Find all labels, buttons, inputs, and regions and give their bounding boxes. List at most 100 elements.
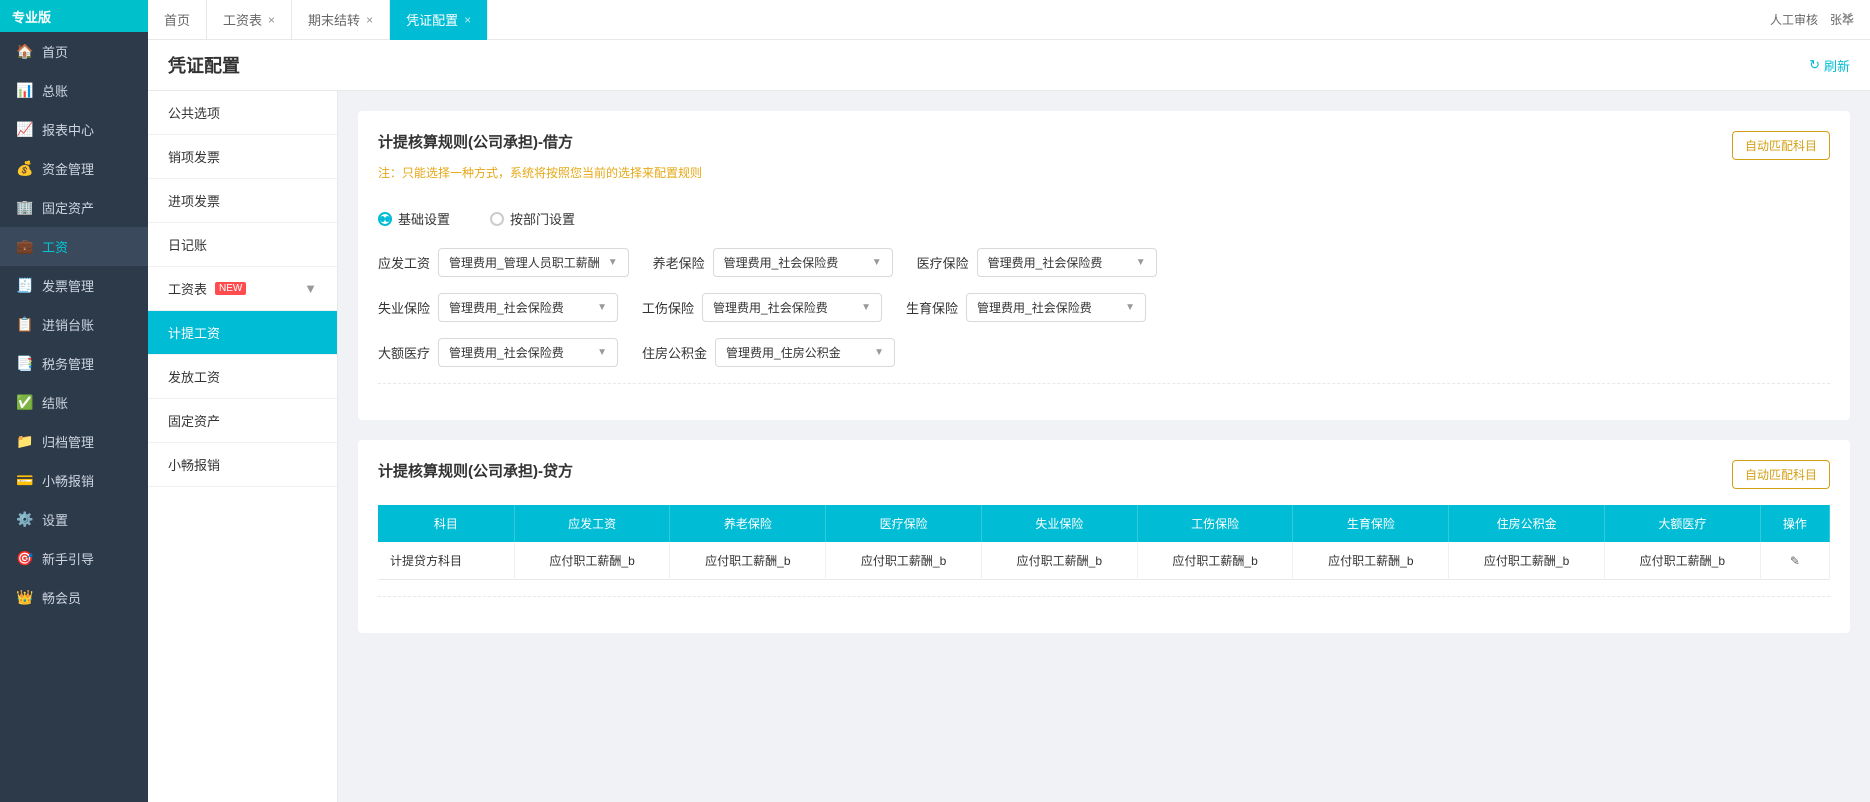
yanglao-select[interactable]: 管理费用_社会保险费 ▼ [713,248,893,277]
enterprise-label: 人工审核 [1770,11,1818,28]
chevron-down-icon: ▼ [861,302,871,313]
sidebar-item-guide[interactable]: 🎯 新手引导 [0,539,148,578]
content-wrapper: 公共选项 销项发票 进项发票 日记账 工资表 NEW ▼ 计提工资 [148,91,1870,802]
yiliao-select[interactable]: 管理费用_社会保险费 ▼ [977,248,1157,277]
chevron-down-icon: ▼ [874,347,884,358]
section1-note: 注：只能选择一种方式，系统将按照您当前的选择来配置规则 [378,164,702,181]
row-yanglao: 应付职工薪酬_b [670,542,826,580]
sidebar-item-settings[interactable]: ⚙️ 设置 [0,500,148,539]
row-zhufang: 应付职工薪酬_b [1449,542,1605,580]
chevron-down-icon: ▼ [872,257,882,268]
shiye-label: 失业保险 [378,298,430,317]
tab-salary-table[interactable]: 工资表 × [207,0,292,40]
sidebar-item-vip[interactable]: 👑 畅会员 [0,578,148,617]
nav-pay-salary[interactable]: 发放工资 [148,355,337,399]
nav-purchase-invoice[interactable]: 进项发票 [148,179,337,223]
col-shiye: 失业保险 [981,505,1137,542]
sidebar-item-salary[interactable]: 💼 工资 [0,227,148,266]
auto-match-credit-button[interactable]: 自动匹配科目 [1732,460,1830,489]
table-row: 计提贷方科目 应付职工薪酬_b 应付职工薪酬_b 应付职工薪酬_b 应付职工薪酬… [378,542,1830,580]
page-header: 凭证配置 ↻ 刷新 [148,40,1870,91]
shengyu-select[interactable]: 管理费用_社会保险费 ▼ [966,293,1146,322]
form-row-2: 失业保险 管理费用_社会保险费 ▼ 工伤保险 管理费用_社会保险费 ▼ [378,293,1830,322]
nav-journal[interactable]: 日记账 [148,223,337,267]
top-right-info: 人工审核 张华 [1770,11,1870,28]
settings-icon: ⚙️ [16,511,34,528]
tab-period-end[interactable]: 期末结转 × [292,0,390,40]
field-yanglao: 养老保险 管理费用_社会保险费 ▼ [653,248,893,277]
sidebar: 专业版 🏠 首页 📊 总账 📈 报表中心 💰 资金管理 🏢 固定资产 💼 工资 … [0,0,148,802]
chevron-down-icon: ▼ [304,281,317,296]
tab-voucher-config[interactable]: 凭证配置 × [390,0,488,40]
sidebar-item-checkout[interactable]: ✅ 结账 [0,383,148,422]
sidebar-item-general-ledger[interactable]: 📊 总账 [0,71,148,110]
field-gongshang: 工伤保险 管理费用_社会保险费 ▼ [642,293,882,322]
zhufang-label: 住房公积金 [642,343,707,362]
tab-close-period[interactable]: × [366,13,373,27]
home-icon: 🏠 [16,43,34,60]
nav-xiaochang-expense[interactable]: 小畅报销 [148,443,337,487]
tax-icon: 📑 [16,355,34,372]
sidebar-item-archive[interactable]: 📁 归档管理 [0,422,148,461]
section-credit: 计提核算规则(公司承担)-贷方 自动匹配科目 科目 应发工资 养老保险 医疗保险… [358,440,1850,633]
tab-close-voucher[interactable]: × [464,13,471,27]
left-nav: 公共选项 销项发票 进项发票 日记账 工资表 NEW ▼ 计提工资 [148,91,338,802]
shiye-select[interactable]: 管理费用_社会保险费 ▼ [438,293,618,322]
nav-accrual-salary[interactable]: 计提工资 [148,311,337,355]
daeyiliao-label: 大额医疗 [378,343,430,362]
vip-icon: 👑 [16,589,34,606]
top-bar: 首页 工资表 × 期末结转 × 凭证配置 × 人工审核 张华 ✕ [148,0,1870,40]
expense-icon: 💳 [16,472,34,489]
shengyu-label: 生育保险 [906,298,958,317]
nav-fixed-assets[interactable]: 固定资产 [148,399,337,443]
col-yanglao: 养老保险 [670,505,826,542]
edit-icon[interactable]: ✎ [1790,554,1800,568]
chevron-down-icon: ▼ [597,347,607,358]
radio-group: 基础设置 按部门设置 [378,209,1830,228]
app-title: 专业版 [0,0,148,32]
nav-sales-invoice[interactable]: 销项发票 [148,135,337,179]
gongshang-select[interactable]: 管理费用_社会保险费 ▼ [702,293,882,322]
checkout-icon: ✅ [16,394,34,411]
table-header-row: 科目 应发工资 养老保险 医疗保险 失业保险 工伤保险 生育保险 住房公积金 大… [378,505,1830,542]
field-shiye: 失业保险 管理费用_社会保险费 ▼ [378,293,618,322]
sidebar-item-invoice[interactable]: 🧾 发票管理 [0,266,148,305]
row-action[interactable]: ✎ [1760,542,1829,580]
col-yiliao: 医疗保险 [826,505,982,542]
sidebar-item-expense[interactable]: 💳 小畅报销 [0,461,148,500]
radio-basic-circle [378,212,392,226]
window-close-button[interactable]: ✕ [1841,8,1854,28]
chevron-down-icon: ▼ [1125,302,1135,313]
row-yiliao: 应付职工薪酬_b [826,542,982,580]
col-subject: 科目 [378,505,514,542]
nav-public-options[interactable]: 公共选项 [148,91,337,135]
sidebar-item-home[interactable]: 🏠 首页 [0,32,148,71]
zhufang-select[interactable]: 管理费用_住房公积金 ▼ [715,338,895,367]
field-yingfa: 应发工资 管理费用_管理人员职工薪酬 ▼ [378,248,629,277]
yiliao-label: 医疗保险 [917,253,969,272]
auto-match-debit-button[interactable]: 自动匹配科目 [1732,131,1830,160]
tab-close-salary[interactable]: × [268,13,275,27]
sidebar-item-fund-management[interactable]: 💰 资金管理 [0,149,148,188]
sidebar-item-fixed-assets[interactable]: 🏢 固定资产 [0,188,148,227]
chevron-down-icon: ▼ [608,257,618,268]
radio-basic[interactable]: 基础设置 [378,209,450,228]
col-action: 操作 [1760,505,1829,542]
sidebar-item-purchase-sales[interactable]: 📋 进销台账 [0,305,148,344]
row-yingfa: 应付职工薪酬_b [514,542,670,580]
row-gongshang: 应付职工薪酬_b [1137,542,1293,580]
section1-title: 计提核算规则(公司承担)-借方 [378,131,702,152]
purchase-icon: 📋 [16,316,34,333]
sidebar-item-tax[interactable]: 📑 税务管理 [0,344,148,383]
yingfa-select[interactable]: 管理费用_管理人员职工薪酬 ▼ [438,248,629,277]
nav-salary-table[interactable]: 工资表 NEW ▼ [148,267,337,311]
tab-home[interactable]: 首页 [148,0,207,40]
sidebar-item-report-center[interactable]: 📈 报表中心 [0,110,148,149]
col-zhufang: 住房公积金 [1449,505,1605,542]
main-area: 首页 工资表 × 期末结转 × 凭证配置 × 人工审核 张华 ✕ 凭证配置 ↻ … [148,0,1870,802]
col-shengyu: 生育保险 [1293,505,1449,542]
daeyiliao-select[interactable]: 管理费用_社会保险费 ▼ [438,338,618,367]
radio-by-dept[interactable]: 按部门设置 [490,209,575,228]
form-row-3: 大额医疗 管理费用_社会保险费 ▼ 住房公积金 管理费用_住房公积金 ▼ [378,338,1830,367]
refresh-button[interactable]: ↻ 刷新 [1809,56,1850,75]
